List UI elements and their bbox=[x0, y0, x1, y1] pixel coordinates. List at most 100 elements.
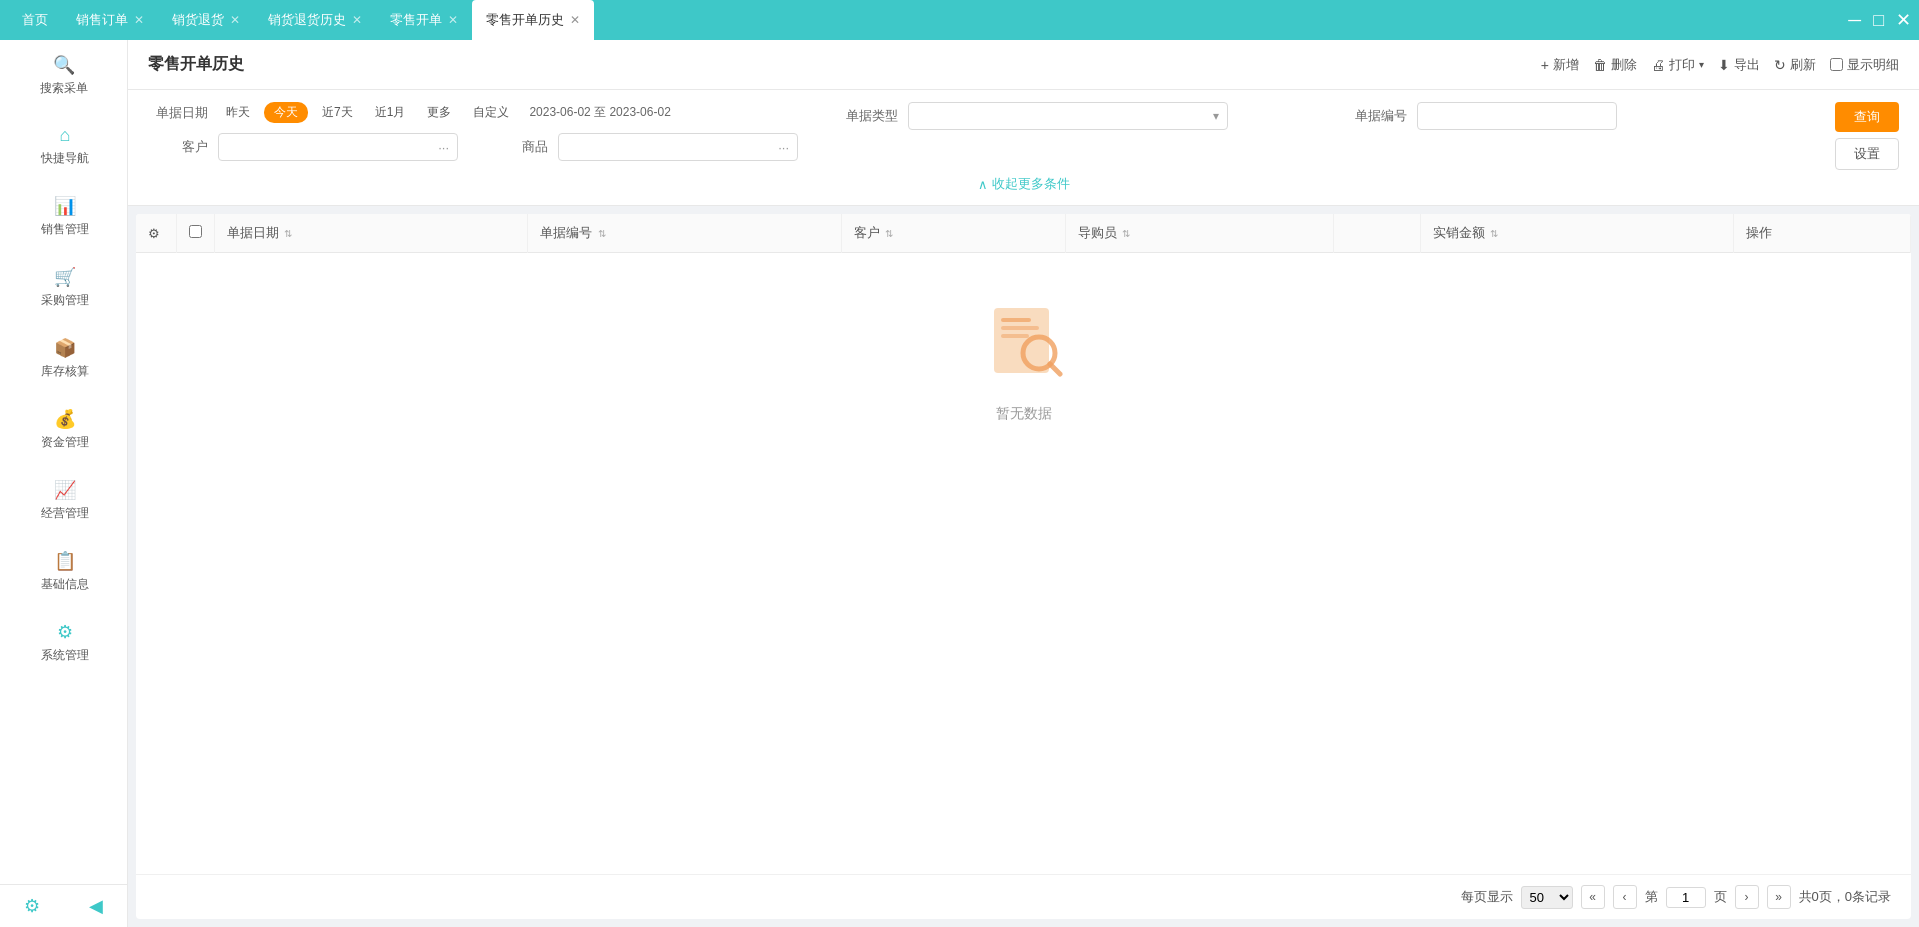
next-page-btn[interactable]: › bbox=[1735, 885, 1759, 909]
tab-close-retail-order[interactable]: ✕ bbox=[448, 13, 458, 27]
table-col-customer[interactable]: 客户 ⇅ bbox=[841, 214, 1065, 253]
prev-page-btn[interactable]: ‹ bbox=[1613, 885, 1637, 909]
customer-input[interactable] bbox=[227, 140, 438, 155]
sidebar-search-label: 搜索采单 bbox=[40, 80, 88, 97]
tab-sales-return-history[interactable]: 销货退货历史 ✕ bbox=[254, 0, 376, 40]
display-detail-checkbox[interactable] bbox=[1830, 58, 1843, 71]
type-filter-label: 单据类型 bbox=[838, 107, 898, 125]
per-page-select[interactable]: 50 10 20 100 bbox=[1521, 886, 1573, 909]
table-area: ⚙ 单据日期 ⇅ 单据编号 ⇅ bbox=[136, 214, 1911, 919]
setting-button[interactable]: 设置 bbox=[1835, 138, 1899, 170]
guide-sort-icon: ⇅ bbox=[1122, 228, 1130, 239]
window-max-btn[interactable]: □ bbox=[1873, 10, 1884, 31]
date-btn-custom[interactable]: 自定义 bbox=[465, 102, 517, 123]
tab-close-retail-history[interactable]: ✕ bbox=[570, 13, 580, 27]
search-icon: 🔍 bbox=[53, 54, 75, 76]
sidebar-search[interactable]: 🔍 搜索采单 bbox=[0, 40, 127, 111]
number-input[interactable] bbox=[1426, 109, 1608, 124]
window-min-btn[interactable]: ─ bbox=[1848, 10, 1861, 31]
number-input-group[interactable] bbox=[1417, 102, 1617, 130]
sidebar-item-label: 经营管理 bbox=[41, 505, 89, 522]
tab-retail-order-history[interactable]: 零售开单历史 ✕ bbox=[472, 0, 594, 40]
refresh-button[interactable]: ↻ 刷新 bbox=[1774, 56, 1816, 74]
page-prefix-label: 第 bbox=[1645, 888, 1658, 906]
collapse-filter-btn[interactable]: ∧ 收起更多条件 bbox=[978, 175, 1070, 193]
print-label: 打印 bbox=[1669, 56, 1695, 74]
delete-button[interactable]: 🗑 删除 bbox=[1593, 56, 1637, 74]
sidebar-item-system[interactable]: ⚙ 系统管理 bbox=[0, 607, 127, 678]
empty-icon bbox=[974, 293, 1074, 393]
filter-row-customer: 客户 ··· 商品 ··· bbox=[148, 133, 798, 161]
sidebar-item-basic-info[interactable]: 📋 基础信息 bbox=[0, 536, 127, 607]
date-btn-7days[interactable]: 近7天 bbox=[314, 102, 361, 123]
table-col-amount[interactable]: 实销金额 ⇅ bbox=[1420, 214, 1734, 253]
print-icon: 🖨 bbox=[1651, 57, 1665, 73]
tab-retail-order[interactable]: 零售开单 ✕ bbox=[376, 0, 472, 40]
filter-section: 单据日期 昨天 今天 近7天 近1月 更多 自定义 2023-06-02 至 2… bbox=[128, 90, 1919, 206]
table-col-config[interactable]: ⚙ bbox=[136, 214, 176, 253]
goods-input[interactable] bbox=[567, 140, 778, 155]
refresh-icon: ↻ bbox=[1774, 57, 1786, 73]
config-icon[interactable]: ⚙ bbox=[148, 226, 160, 241]
tab-home[interactable]: 首页 bbox=[8, 0, 62, 40]
tab-sales-order[interactable]: 销售订单 ✕ bbox=[62, 0, 158, 40]
type-select-arrow-icon: ▾ bbox=[1213, 109, 1219, 123]
date-btn-today[interactable]: 今天 bbox=[264, 102, 308, 123]
top-nav-bar: 首页 销售订单 ✕ 销货退货 ✕ 销货退货历史 ✕ 零售开单 ✕ 零售开单历史 … bbox=[0, 0, 1919, 40]
goods-input-group[interactable]: ··· bbox=[558, 133, 798, 161]
current-page-input[interactable] bbox=[1666, 887, 1706, 908]
sidebar-item-purchase[interactable]: 🛒 采购管理 bbox=[0, 252, 127, 323]
sidebar-settings-btn[interactable]: ⚙ bbox=[24, 895, 40, 917]
customer-input-group[interactable]: ··· bbox=[218, 133, 458, 161]
date-filter-label: 单据日期 bbox=[148, 104, 208, 122]
print-arrow-icon: ▾ bbox=[1699, 59, 1704, 70]
print-button[interactable]: 🖨 打印 ▾ bbox=[1651, 56, 1704, 74]
sidebar-item-inventory[interactable]: 📦 库存核算 bbox=[0, 323, 127, 394]
tab-close-sales-return-history[interactable]: ✕ bbox=[352, 13, 362, 27]
main-layout: 🔍 搜索采单 ⌂ 快捷导航 📊 销售管理 🛒 采购管理 📦 库存核算 💰 资金管… bbox=[0, 40, 1919, 927]
sidebar-collapse-btn[interactable]: ◀ bbox=[89, 895, 103, 917]
window-controls: ─ □ ✕ bbox=[1848, 9, 1911, 31]
last-page-btn[interactable]: » bbox=[1767, 885, 1791, 909]
export-icon: ⬇ bbox=[1718, 57, 1730, 73]
date-shortcuts: 昨天 今天 近7天 近1月 更多 自定义 2023-06-02 至 2023-0… bbox=[218, 102, 671, 123]
empty-text: 暂无数据 bbox=[996, 405, 1052, 423]
sidebar-item-finance[interactable]: 💰 资金管理 bbox=[0, 394, 127, 465]
sidebar-item-sales[interactable]: 📊 销售管理 bbox=[0, 181, 127, 252]
svg-rect-2 bbox=[1001, 326, 1039, 330]
date-btn-yesterday[interactable]: 昨天 bbox=[218, 102, 258, 123]
export-button[interactable]: ⬇ 导出 bbox=[1718, 56, 1760, 74]
first-page-btn[interactable]: « bbox=[1581, 885, 1605, 909]
type-select-group[interactable]: ▾ bbox=[908, 102, 1228, 130]
date-btn-more[interactable]: 更多 bbox=[419, 102, 459, 123]
sidebar: 🔍 搜索采单 ⌂ 快捷导航 📊 销售管理 🛒 采购管理 📦 库存核算 💰 资金管… bbox=[0, 40, 128, 927]
table-wrapper: ⚙ 单据日期 ⇅ 单据编号 ⇅ bbox=[136, 214, 1911, 874]
select-all-checkbox[interactable] bbox=[189, 225, 202, 238]
svg-rect-1 bbox=[1001, 318, 1031, 322]
collapse-label: 收起更多条件 bbox=[992, 175, 1070, 193]
collapse-icon: ∧ bbox=[978, 177, 988, 192]
tab-close-sales-order[interactable]: ✕ bbox=[134, 13, 144, 27]
sidebar-item-label: 快捷导航 bbox=[41, 150, 89, 167]
tab-close-sales-return[interactable]: ✕ bbox=[230, 13, 240, 27]
date-range-display: 2023-06-02 至 2023-06-02 bbox=[529, 104, 670, 121]
page-title: 零售开单历史 bbox=[148, 54, 244, 75]
total-info: 共0页，0条记录 bbox=[1799, 888, 1891, 906]
tab-sales-return[interactable]: 销货退货 ✕ bbox=[158, 0, 254, 40]
sidebar-item-quick-nav[interactable]: ⌂ 快捷导航 bbox=[0, 111, 127, 181]
header-actions: + 新增 🗑 删除 🖨 打印 ▾ ⬇ 导出 ↻ 刷新 bbox=[1541, 56, 1899, 74]
sidebar-item-operations[interactable]: 📈 经营管理 bbox=[0, 465, 127, 536]
display-detail-button[interactable]: 显示明细 bbox=[1830, 56, 1899, 74]
sidebar-item-label: 系统管理 bbox=[41, 647, 89, 664]
table-col-date[interactable]: 单据日期 ⇅ bbox=[214, 214, 528, 253]
window-close-btn[interactable]: ✕ bbox=[1896, 9, 1911, 31]
date-btn-1month[interactable]: 近1月 bbox=[367, 102, 414, 123]
table-col-guide[interactable]: 导购员 ⇅ bbox=[1065, 214, 1334, 253]
query-button[interactable]: 查询 bbox=[1835, 102, 1899, 132]
add-button[interactable]: + 新增 bbox=[1541, 56, 1579, 74]
number-filter-label: 单据编号 bbox=[1347, 107, 1407, 125]
customer-dots[interactable]: ··· bbox=[438, 140, 449, 155]
table-col-number[interactable]: 单据编号 ⇅ bbox=[528, 214, 842, 253]
goods-dots[interactable]: ··· bbox=[778, 140, 789, 155]
pagination-bar: 每页显示 50 10 20 100 « ‹ 第 页 › » 共0页，0条记录 bbox=[136, 874, 1911, 919]
